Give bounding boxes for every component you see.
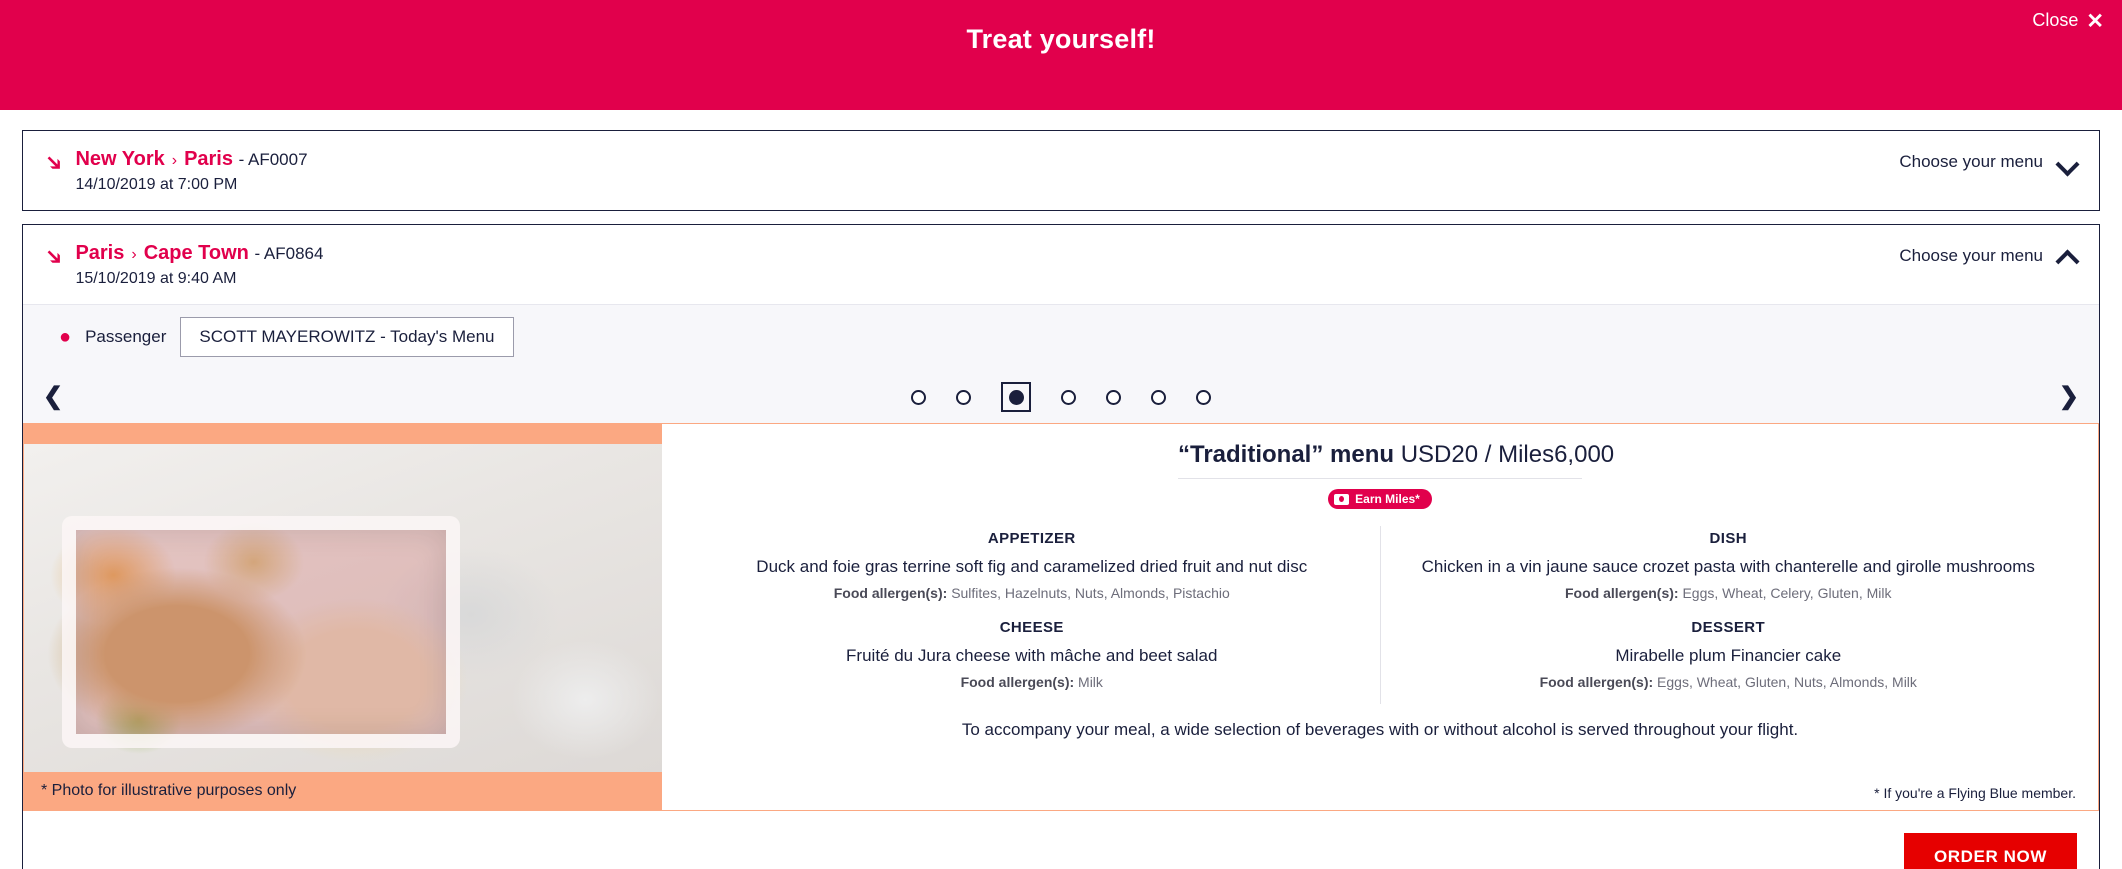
allergen-label: Food allergen(s): xyxy=(1539,674,1654,690)
flight-datetime: 15/10/2019 at 9:40 AM xyxy=(75,270,237,287)
choose-menu-label: Choose your menu xyxy=(1899,152,2043,171)
earn-miles-badge: Earn Miles* xyxy=(1328,489,1432,509)
dot-shape xyxy=(1061,389,1076,405)
flight-card-2: ➔ Paris › Cape Town - AF0864 15/10/2019 at… xyxy=(22,224,2100,869)
passenger-strip: ● Passenger SCOTT MAYEROWITZ - Today's M… xyxy=(23,304,2099,371)
chevron-left-icon[interactable]: ❮ xyxy=(43,385,63,409)
course-dessert: DESSERT Mirabelle plum Financier cake Fo… xyxy=(1381,615,2077,704)
page-body: ➔ New York › Paris - AF0007 14/10/2019 at … xyxy=(0,110,2122,869)
order-now-button[interactable]: ORDER NOW xyxy=(1903,833,2077,869)
dot-shape xyxy=(1151,389,1166,405)
earn-miles-badge-row: Earn Miles* xyxy=(684,489,2076,510)
chevron-right-icon[interactable]: ❯ xyxy=(2059,385,2079,409)
carousel-dot-5[interactable] xyxy=(1106,389,1121,405)
flight-header-1[interactable]: ➔ New York › Paris - AF0007 14/10/2019 at … xyxy=(23,131,2099,210)
course-title: DESSERT xyxy=(1691,618,1766,636)
carousel-dot-6[interactable] xyxy=(1151,389,1166,405)
banner-title: Treat yourself! xyxy=(966,24,1156,54)
chevron-up-icon xyxy=(2057,250,2077,262)
allergen-label: Food allergen(s): xyxy=(960,674,1075,690)
course-allergens: Food allergen(s): Sulfites, Hazelnuts, N… xyxy=(698,585,1366,601)
allergen-list: Eggs, Wheat, Gluten, Nuts, Almonds, Milk xyxy=(1657,674,1917,690)
flight-info-1: ➔ New York › Paris - AF0007 14/10/2019 at … xyxy=(39,147,307,194)
course-description: Duck and foie gras terrine soft fig and … xyxy=(756,556,1308,576)
choose-menu-toggle-1[interactable]: Choose your menu xyxy=(1899,148,2077,172)
course-grid: APPETIZER Duck and foie gras terrine sof… xyxy=(684,525,2077,704)
dot-shape xyxy=(1196,389,1211,405)
carousel-dot-1[interactable] xyxy=(911,389,926,405)
carousel-dot-2[interactable] xyxy=(956,389,971,405)
allergen-label: Food allergen(s): xyxy=(1565,584,1679,601)
menu-details-column: “Traditional” menu USD20 / Miles6,000 Ea… xyxy=(662,424,2098,810)
airline-meal-tray-photo xyxy=(24,444,662,772)
carousel-navigation: ❮ ❯ xyxy=(23,371,2099,423)
choose-menu-label: Choose your menu xyxy=(1899,246,2043,265)
person-icon: ● xyxy=(59,326,72,348)
passenger-label: Passenger xyxy=(85,327,167,346)
close-label: Close xyxy=(2032,10,2079,30)
dot-shape xyxy=(1008,389,1024,405)
allergen-label: Food allergen(s): xyxy=(833,584,948,601)
course-title: APPETIZER xyxy=(987,529,1076,547)
flight-number: - AF0007 xyxy=(238,150,308,169)
menu-photo-column: * Photo for illustrative purposes only xyxy=(24,424,662,810)
airplane-icon: ➔ xyxy=(39,241,70,273)
flight-destination: Cape Town xyxy=(143,242,249,264)
menu-title-name: “Traditional” menu xyxy=(1178,441,1395,468)
route-arrow-icon: › xyxy=(131,246,137,263)
course-allergens: Food allergen(s): Eggs, Wheat, Celery, G… xyxy=(1395,585,2063,601)
dot-shape xyxy=(911,389,926,405)
choose-menu-toggle-2[interactable]: Choose your menu xyxy=(1899,242,2077,266)
allergen-list: Milk xyxy=(1078,674,1103,690)
menu-footer: ORDER NOW xyxy=(23,811,2099,869)
course-description: Chicken in a vin jaune sauce crozet past… xyxy=(1421,556,2035,576)
flight-datetime: 14/10/2019 at 7:00 PM xyxy=(75,176,238,193)
menu-title: “Traditional” menu USD20 / Miles6,000 xyxy=(1178,441,1614,479)
course-description: Fruité du Jura cheese with mâche and bee… xyxy=(846,645,1218,665)
course-description: Mirabelle plum Financier cake xyxy=(1615,645,1842,665)
carousel-dot-4[interactable] xyxy=(1061,389,1076,405)
close-button[interactable]: Close ✕ xyxy=(2032,10,2104,33)
flight-origin: Paris xyxy=(75,242,125,264)
route-arrow-icon: › xyxy=(171,152,178,169)
dot-shape xyxy=(1106,389,1121,405)
carousel-dots xyxy=(911,382,1211,412)
miles-ticket-icon xyxy=(1334,493,1350,505)
flight-number: - AF0864 xyxy=(254,244,324,263)
flight-destination: Paris xyxy=(184,148,233,170)
flight-card-1: ➔ New York › Paris - AF0007 14/10/2019 at … xyxy=(22,130,2100,211)
course-allergens: Food allergen(s): Milk xyxy=(698,674,1366,690)
course-title: CHEESE xyxy=(999,618,1064,636)
airplane-icon: ➔ xyxy=(39,147,70,179)
course-allergens: Food allergen(s): Eggs, Wheat, Gluten, N… xyxy=(1395,674,2063,690)
carousel-dot-7[interactable] xyxy=(1196,389,1211,405)
chevron-down-icon xyxy=(2057,156,2077,168)
flight-route-1: New York › Paris - AF0007 xyxy=(75,148,307,171)
flight-origin: New York xyxy=(75,148,165,170)
course-cheese: CHEESE Fruité du Jura cheese with mâche … xyxy=(684,615,1380,704)
flight-route-2: Paris › Cape Town - AF0864 xyxy=(75,242,323,265)
close-x-icon: ✕ xyxy=(2086,10,2104,33)
allergen-list: Sulfites, Hazelnuts, Nuts, Almonds, Pist… xyxy=(951,584,1230,601)
flight-info-2: ➔ Paris › Cape Town - AF0864 15/10/2019 at… xyxy=(39,241,323,288)
beverage-note: To accompany your meal, a wide selection… xyxy=(961,720,1799,739)
flying-blue-note: * If you're a Flying Blue member. xyxy=(1874,785,2076,801)
flight-header-2[interactable]: ➔ Paris › Cape Town - AF0864 15/10/2019 at… xyxy=(23,225,2099,304)
menu-slide: * Photo for illustrative purposes only “… xyxy=(23,423,2099,811)
carousel-dot-3-active[interactable] xyxy=(1001,382,1031,412)
dot-shape xyxy=(956,389,971,405)
earn-miles-label: Earn Miles* xyxy=(1355,492,1420,506)
allergen-list: Eggs, Wheat, Celery, Gluten, Milk xyxy=(1682,584,1892,601)
course-dish: DISH Chicken in a vin jaune sauce crozet… xyxy=(1381,526,2077,615)
photo-caption: * Photo for illustrative purposes only xyxy=(24,772,662,810)
passenger-select[interactable]: SCOTT MAYEROWITZ - Today's Menu xyxy=(180,317,514,357)
promo-banner: Treat yourself! Close ✕ xyxy=(0,0,2122,110)
course-title: DISH xyxy=(1709,529,1747,547)
menu-title-price: USD20 / Miles6,000 xyxy=(1400,441,1615,468)
course-appetizer: APPETIZER Duck and foie gras terrine sof… xyxy=(684,526,1380,615)
